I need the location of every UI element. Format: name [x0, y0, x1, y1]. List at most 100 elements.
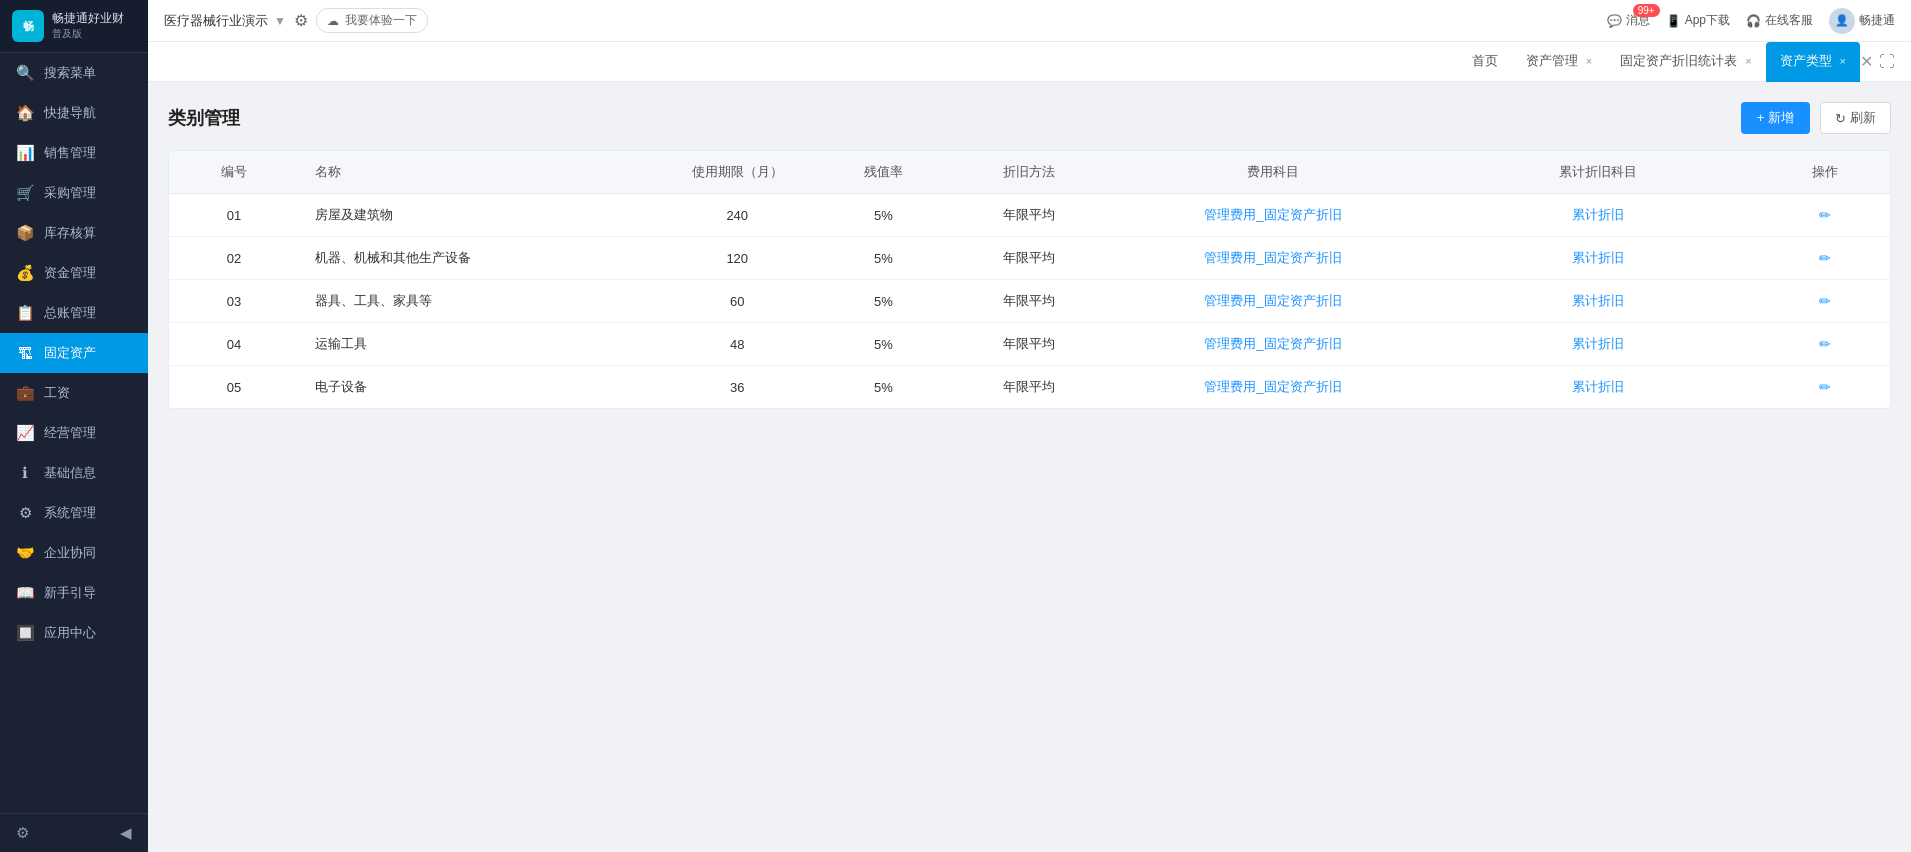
cell-expense-3: 管理费用_固定资产折旧	[1111, 323, 1436, 366]
edit-icon-0[interactable]: ✏	[1819, 207, 1831, 223]
mobile-icon: 📱	[1666, 14, 1681, 28]
guide-icon: 📖	[16, 584, 34, 602]
sidebar-item-sales[interactable]: 📊 销售管理	[0, 133, 148, 173]
message-action[interactable]: 💬 消息 99+	[1607, 12, 1650, 29]
cell-method-3: 年限平均	[948, 323, 1110, 366]
sidebar-label-search: 搜索菜单	[44, 64, 96, 82]
cell-action-2: ✏	[1760, 280, 1890, 323]
edit-icon-2[interactable]: ✏	[1819, 293, 1831, 309]
cell-residual-1: 5%	[818, 237, 948, 280]
cell-residual-0: 5%	[818, 194, 948, 237]
close-window-icon[interactable]: ✕	[1860, 52, 1873, 71]
edit-icon-4[interactable]: ✏	[1819, 379, 1831, 395]
cell-accum-2: 累计折旧	[1435, 280, 1760, 323]
cell-code-4: 05	[169, 366, 299, 409]
col-header-code: 编号	[169, 151, 299, 194]
sidebar-item-search[interactable]: 🔍 搜索菜单	[0, 53, 148, 93]
cell-code-1: 02	[169, 237, 299, 280]
sidebar-item-app-center[interactable]: 🔲 应用中心	[0, 613, 148, 653]
app-center-icon: 🔲	[16, 624, 34, 642]
cell-residual-4: 5%	[818, 366, 948, 409]
sidebar-item-basic-info[interactable]: ℹ 基础信息	[0, 453, 148, 493]
user-profile[interactable]: 👤 畅捷通	[1829, 8, 1895, 34]
logo-icon: 畅	[12, 10, 44, 42]
sidebar-item-system[interactable]: ⚙ 系统管理	[0, 493, 148, 533]
table-row: 02 机器、机械和其他生产设备 120 5% 年限平均 管理费用_固定资产折旧 …	[169, 237, 1890, 280]
app-download-action[interactable]: 📱 App下载	[1666, 12, 1730, 29]
tab-close-asset-type[interactable]: ×	[1840, 55, 1846, 67]
sidebar-item-purchase[interactable]: 🛒 采购管理	[0, 173, 148, 213]
sidebar-item-payroll[interactable]: 💼 工资	[0, 373, 148, 413]
cell-action-1: ✏	[1760, 237, 1890, 280]
cell-period-3: 48	[656, 323, 818, 366]
edit-icon-3[interactable]: ✏	[1819, 336, 1831, 352]
sidebar-item-ledger[interactable]: 📋 总账管理	[0, 293, 148, 333]
cell-residual-3: 5%	[818, 323, 948, 366]
capital-icon: 💰	[16, 264, 34, 282]
cell-period-2: 60	[656, 280, 818, 323]
sidebar-label-purchase: 采购管理	[44, 184, 96, 202]
sidebar-item-operations[interactable]: 📈 经营管理	[0, 413, 148, 453]
col-header-period: 使用期限（月）	[656, 151, 818, 194]
sales-icon: 📊	[16, 144, 34, 162]
refresh-button[interactable]: ↻ 刷新	[1820, 102, 1891, 134]
cell-period-1: 120	[656, 237, 818, 280]
app-logo: 畅 畅捷通好业财 普及版	[0, 0, 148, 53]
collapse-icon[interactable]: ◀	[120, 824, 132, 842]
cell-action-3: ✏	[1760, 323, 1890, 366]
sidebar-item-inventory[interactable]: 📦 库存核算	[0, 213, 148, 253]
cell-action-4: ✏	[1760, 366, 1890, 409]
page-title: 类别管理	[168, 106, 240, 130]
sidebar-label-ledger: 总账管理	[44, 304, 96, 322]
edit-icon-1[interactable]: ✏	[1819, 250, 1831, 266]
feedback-button[interactable]: ☁ 我要体验一下	[316, 8, 428, 33]
cell-expense-0: 管理费用_固定资产折旧	[1111, 194, 1436, 237]
feedback-icon: ☁	[327, 14, 339, 28]
category-table: 编号 名称 使用期限（月） 残值率 折旧方法 费用科目 累计折旧科目 操作 01…	[168, 150, 1891, 409]
cell-accum-4: 累计折旧	[1435, 366, 1760, 409]
expand-window-icon[interactable]: ⛶	[1879, 53, 1895, 71]
company-selector[interactable]: 医疗器械行业演示 ▼	[164, 12, 286, 30]
tab-close-fixed-asset-stats[interactable]: ×	[1745, 55, 1751, 67]
topbar: 医疗器械行业演示 ▼ ⚙ ☁ 我要体验一下 💬 消息 99+ 📱 App下载 🎧…	[148, 0, 1911, 42]
purchase-icon: 🛒	[16, 184, 34, 202]
ledger-icon: 📋	[16, 304, 34, 322]
cell-method-0: 年限平均	[948, 194, 1110, 237]
message-icon: 💬	[1607, 14, 1622, 28]
sidebar-item-guide[interactable]: 📖 新手引导	[0, 573, 148, 613]
refresh-icon: ↻	[1835, 111, 1846, 126]
operations-icon: 📈	[16, 424, 34, 442]
sidebar-label-inventory: 库存核算	[44, 224, 96, 242]
main-area: 医疗器械行业演示 ▼ ⚙ ☁ 我要体验一下 💬 消息 99+ 📱 App下载 🎧…	[148, 0, 1911, 852]
cell-expense-1: 管理费用_固定资产折旧	[1111, 237, 1436, 280]
sidebar-label-cooperation: 企业协同	[44, 544, 96, 562]
tab-asset-mgmt[interactable]: 资产管理×	[1512, 42, 1606, 82]
tab-fixed-asset-stats[interactable]: 固定资产折旧统计表×	[1606, 42, 1765, 82]
tab-asset-type[interactable]: 资产类型×	[1766, 42, 1860, 82]
sidebar-item-fixed-assets[interactable]: 🏗 固定资产	[0, 333, 148, 373]
cell-method-4: 年限平均	[948, 366, 1110, 409]
basic-info-icon: ℹ	[16, 464, 34, 482]
company-settings-icon[interactable]: ⚙	[294, 11, 308, 30]
customer-service-action[interactable]: 🎧 在线客服	[1746, 12, 1813, 29]
sidebar-item-cooperation[interactable]: 🤝 企业协同	[0, 533, 148, 573]
col-header-residual: 残值率	[818, 151, 948, 194]
tabbar: 首页资产管理×固定资产折旧统计表×资产类型×✕ ⛶	[148, 42, 1911, 82]
sidebar-item-quick-nav[interactable]: 🏠 快捷导航	[0, 93, 148, 133]
col-header-expense: 费用科目	[1111, 151, 1436, 194]
sidebar-label-system: 系统管理	[44, 504, 96, 522]
sidebar-nav: 🔍 搜索菜单 🏠 快捷导航 📊 销售管理 🛒 采购管理 📦 库存核算 💰 资金管…	[0, 53, 148, 813]
sidebar-label-sales: 销售管理	[44, 144, 96, 162]
cell-name-3: 运输工具	[299, 323, 656, 366]
col-header-accum: 累计折旧科目	[1435, 151, 1760, 194]
col-header-method: 折旧方法	[948, 151, 1110, 194]
settings-footer-icon[interactable]: ⚙	[16, 824, 29, 842]
cell-period-4: 36	[656, 366, 818, 409]
sidebar-item-capital[interactable]: 💰 资金管理	[0, 253, 148, 293]
payroll-icon: 💼	[16, 384, 34, 402]
tab-home[interactable]: 首页	[1458, 42, 1512, 82]
cell-expense-2: 管理费用_固定资产折旧	[1111, 280, 1436, 323]
cell-name-2: 器具、工具、家具等	[299, 280, 656, 323]
tab-close-asset-mgmt[interactable]: ×	[1586, 55, 1592, 67]
new-button[interactable]: + 新增	[1741, 102, 1810, 134]
